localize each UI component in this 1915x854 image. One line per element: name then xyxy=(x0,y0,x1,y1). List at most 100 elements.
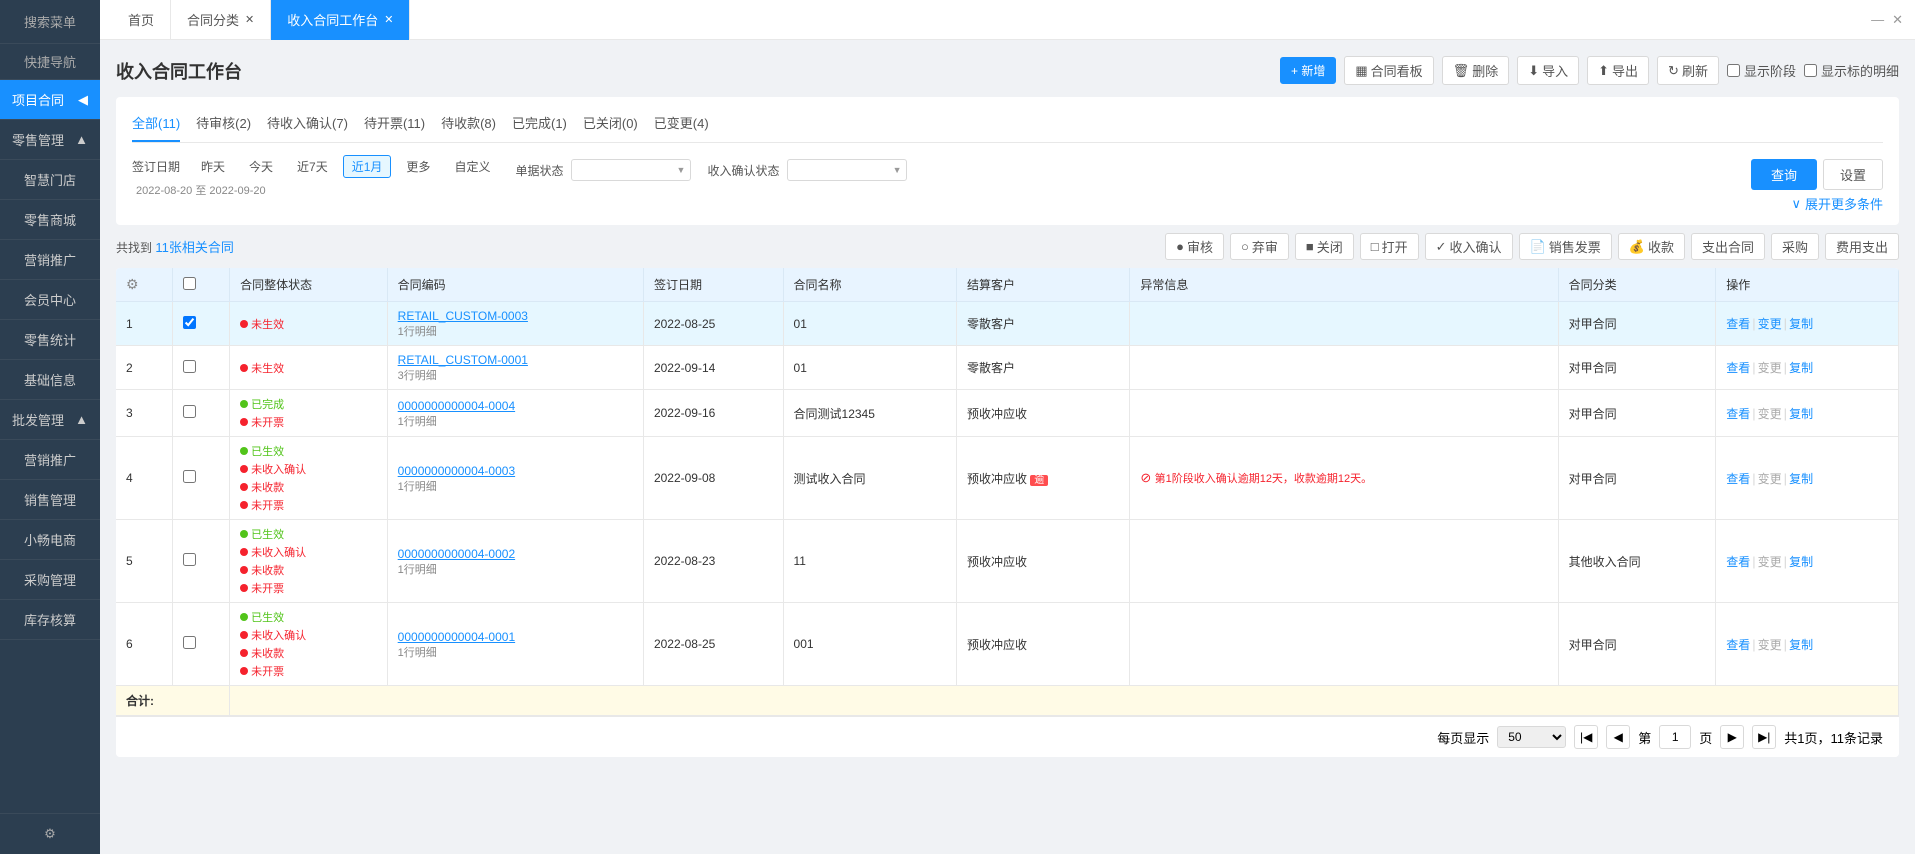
date-btn-yesterday[interactable]: 昨天 xyxy=(192,155,234,178)
row-checkbox[interactable] xyxy=(183,553,196,566)
date-btn-more[interactable]: 更多 xyxy=(397,155,439,178)
sidebar-item-marketing2[interactable]: 营销推广 xyxy=(0,440,100,480)
date-btn-today[interactable]: 今天 xyxy=(240,155,282,178)
filter-tab-pending-payment[interactable]: 待收款(8) xyxy=(441,109,496,142)
sidebar-item-purchase[interactable]: 采购管理 xyxy=(0,560,100,600)
query-button[interactable]: 查询 xyxy=(1751,159,1817,190)
prev-page-btn[interactable]: ◀ xyxy=(1606,725,1630,749)
row-checkbox[interactable] xyxy=(183,360,196,373)
row-num: 3 xyxy=(116,390,172,437)
import-button[interactable]: ⬇ 导入 xyxy=(1517,56,1579,85)
open-btn[interactable]: □ 打开 xyxy=(1360,233,1419,260)
tab-home[interactable]: 首页 xyxy=(112,0,171,40)
filter-tab-closed[interactable]: 已关闭(0) xyxy=(583,109,638,142)
sidebar-search[interactable]: 搜索菜单 xyxy=(0,0,100,44)
income-confirm-btn[interactable]: ✓ 收入确认 xyxy=(1425,233,1513,260)
page-input[interactable] xyxy=(1659,725,1691,749)
sidebar-item-retail[interactable]: 零售管理 ▲ xyxy=(0,120,100,160)
select-all-checkbox[interactable] xyxy=(183,277,196,290)
set-button[interactable]: 设置 xyxy=(1823,159,1883,190)
sidebar-item-basic[interactable]: 基础信息 xyxy=(0,360,100,400)
sidebar-quick-nav[interactable]: 快捷导航 xyxy=(0,44,100,80)
row-checkbox[interactable] xyxy=(183,636,196,649)
sidebar-item-smart-store[interactable]: 智慧门店 xyxy=(0,160,100,200)
sidebar-item-wholesale[interactable]: 批发管理 ▲ xyxy=(0,400,100,440)
sidebar-item-member[interactable]: 会员中心 xyxy=(0,280,100,320)
refresh-button[interactable]: ↻ 刷新 xyxy=(1657,56,1719,85)
minimize-icon[interactable]: — xyxy=(1871,12,1884,28)
filter-tab-all[interactable]: 全部(11) xyxy=(132,109,180,142)
sidebar-settings[interactable]: ⚙ xyxy=(0,813,100,854)
row-code: 0000000000004-00011行明细 xyxy=(387,603,643,686)
sidebar-item-retail-mall[interactable]: 零售商城 xyxy=(0,200,100,240)
filter-tab-changed[interactable]: 已变更(4) xyxy=(654,109,709,142)
expense-contract-btn[interactable]: 支出合同 xyxy=(1691,233,1765,260)
income-confirm-select[interactable] xyxy=(787,159,907,181)
row-checkbox[interactable] xyxy=(183,316,196,329)
row-checkbox[interactable] xyxy=(183,405,196,418)
filter-tab-done[interactable]: 已完成(1) xyxy=(512,109,567,142)
payment-icon: 💰 xyxy=(1629,239,1645,255)
tab-income-workbench[interactable]: 收入合同工作台 ✕ xyxy=(271,0,410,40)
show-stage-checkbox[interactable]: 显示阶段 xyxy=(1727,61,1796,80)
sidebar-item-project[interactable]: 项目合同 ◀ xyxy=(0,80,100,120)
row-category: 对甲合同 xyxy=(1558,302,1716,346)
arrow-icon: ◀ xyxy=(78,92,88,108)
filter-tab-pending-income[interactable]: 待收入确认(7) xyxy=(267,109,348,142)
row-contract-name: 01 xyxy=(783,346,956,390)
row-checkbox-cell xyxy=(172,603,230,686)
row-checkbox-cell xyxy=(172,437,230,520)
purchase-btn[interactable]: 采购 xyxy=(1771,233,1819,260)
export-button[interactable]: ⬆ 导出 xyxy=(1587,56,1649,85)
page-size-select[interactable]: 50 100 xyxy=(1497,726,1566,748)
kanban-button[interactable]: ▦ 合同看板 xyxy=(1344,56,1433,85)
date-btn-last1month[interactable]: 近1月 xyxy=(343,155,392,178)
page-title: 收入合同工作台 xyxy=(116,58,242,84)
sidebar-item-ecom[interactable]: 小畅电商 xyxy=(0,520,100,560)
row-num: 1 xyxy=(116,302,172,346)
arrow-icon: ▲ xyxy=(75,412,88,427)
date-btn-last7[interactable]: 近7天 xyxy=(288,155,337,178)
row-abnormal: ⊘ 第1阶段收入确认逾期12天，收款逾期12天。 xyxy=(1130,437,1558,520)
abandon-btn[interactable]: ○ 弃审 xyxy=(1230,233,1289,260)
doc-status-select[interactable] xyxy=(571,159,691,181)
filter-tab-pending-invoice[interactable]: 待开票(11) xyxy=(364,109,425,142)
import-icon: ⬇ xyxy=(1528,63,1539,79)
sidebar-item-sales[interactable]: 销售管理 xyxy=(0,480,100,520)
delete-button[interactable]: 🗑 删除 xyxy=(1442,56,1510,85)
filter-tabs: 全部(11) 待审核(2) 待收入确认(7) 待开票(11) 待收款(8) 已完… xyxy=(132,109,1883,143)
expense-btn[interactable]: 费用支出 xyxy=(1825,233,1899,260)
next-page-btn[interactable]: ▶ xyxy=(1720,725,1744,749)
col-gear[interactable]: ⚙ xyxy=(116,268,172,302)
col-abnormal: 异常信息 xyxy=(1130,268,1558,302)
refresh-icon: ↻ xyxy=(1668,63,1679,79)
row-ops: 查看|变更|复制 xyxy=(1716,302,1899,346)
delete-icon: 🗑 xyxy=(1453,63,1470,79)
row-checkbox-cell xyxy=(172,390,230,437)
sidebar-item-marketing[interactable]: 营销推广 xyxy=(0,240,100,280)
invoice-btn[interactable]: 📄 销售发票 xyxy=(1519,233,1612,260)
sidebar-item-inventory[interactable]: 库存核算 xyxy=(0,600,100,640)
first-page-btn[interactable]: |◀ xyxy=(1574,725,1598,749)
row-customer: 预收冲应收 xyxy=(956,520,1129,603)
review-btn[interactable]: ● 审核 xyxy=(1165,233,1224,260)
close-icon[interactable]: ✕ xyxy=(1892,12,1903,28)
expand-more-btn[interactable]: ∨ 展开更多条件 xyxy=(1791,194,1883,213)
tab-close-income-workbench[interactable]: ✕ xyxy=(384,13,393,26)
new-button[interactable]: + 新增 xyxy=(1280,57,1336,84)
show-detail-checkbox[interactable]: 显示标的明细 xyxy=(1804,61,1899,80)
filter-tab-pending-review[interactable]: 待审核(2) xyxy=(196,109,251,142)
last-page-btn[interactable]: ▶| xyxy=(1752,725,1776,749)
row-num: 5 xyxy=(116,520,172,603)
row-checkbox[interactable] xyxy=(183,470,196,483)
payment-btn[interactable]: 💰 收款 xyxy=(1618,233,1685,260)
row-num: 4 xyxy=(116,437,172,520)
close-btn[interactable]: ■ 关闭 xyxy=(1295,233,1354,260)
tab-close-contract-cat[interactable]: ✕ xyxy=(245,13,254,26)
sidebar: 搜索菜单 快捷导航 项目合同 ◀ 零售管理 ▲ 智慧门店 零售商城 营销推广 会… xyxy=(0,0,100,854)
tab-contract-cat[interactable]: 合同分类 ✕ xyxy=(171,0,271,40)
col-status: 合同整体状态 xyxy=(230,268,388,302)
sidebar-item-retail-stat[interactable]: 零售统计 xyxy=(0,320,100,360)
date-btn-custom[interactable]: 自定义 xyxy=(445,155,499,178)
gear-icon: ⚙ xyxy=(126,276,139,292)
